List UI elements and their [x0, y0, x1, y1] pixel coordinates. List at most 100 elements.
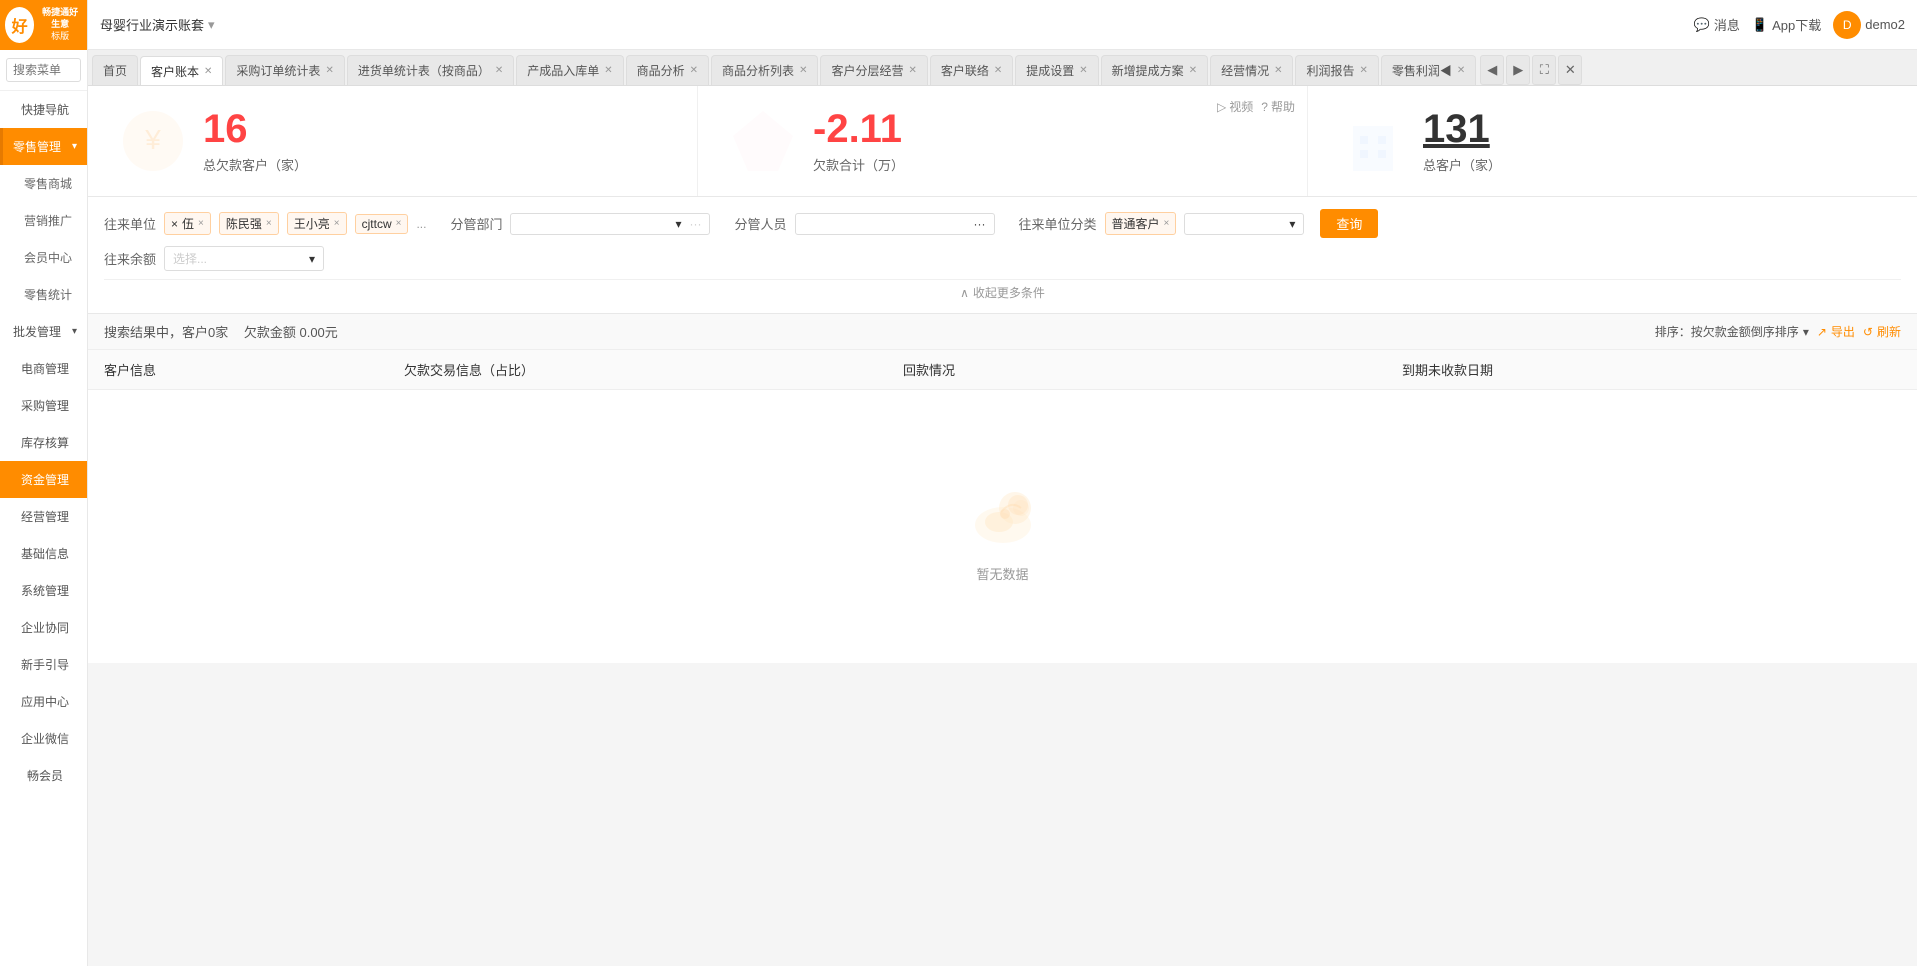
filter-tag-close-1[interactable]: × — [266, 218, 272, 229]
tab-home[interactable]: 首页 — [92, 55, 138, 85]
sidebar-item-member2[interactable]: 畅会员 — [0, 757, 87, 794]
query-button[interactable]: 查询 — [1320, 209, 1378, 238]
filter-category-select[interactable]: ▾ — [1184, 213, 1304, 235]
help-button[interactable]: ? 帮助 — [1261, 98, 1295, 115]
sidebar-item-enterprise-collab[interactable]: 企业协同 — [0, 609, 87, 646]
filter-collapse-button[interactable]: ∧ 收起更多条件 — [104, 284, 1901, 301]
tab-scroll-left[interactable]: ◀ — [1480, 55, 1504, 85]
sidebar-item-newbie[interactable]: 新手引导 — [0, 646, 87, 683]
tab-close-icon[interactable]: ✕ — [1360, 65, 1368, 76]
tab-close-icon[interactable]: ✕ — [994, 65, 1002, 76]
user-menu[interactable]: D demo2 — [1833, 11, 1905, 39]
filter-dept-select[interactable]: ▾ ··· — [510, 213, 710, 235]
tab-customer-layering[interactable]: 客户分层经营 ✕ — [820, 55, 927, 85]
sort-selector[interactable]: 排序：按欠款金额倒序排序 ▾ — [1655, 323, 1809, 340]
tab-customer-account[interactable]: 客户账本 ✕ — [140, 56, 223, 86]
video-help-button[interactable]: ▷ 视频 — [1217, 98, 1253, 115]
filter-collapse-area: ∧ 收起更多条件 — [104, 279, 1901, 301]
filter-manager-select[interactable]: ··· — [795, 213, 995, 235]
message-icon: 💬 — [1694, 17, 1710, 33]
sidebar-item-wholesale[interactable]: 批发管理 ▾ — [0, 313, 87, 350]
tab-close-icon[interactable]: ✕ — [1079, 65, 1087, 76]
empty-text: 暂无数据 — [976, 564, 1028, 583]
col-repayment: 回款情况 — [903, 360, 1402, 379]
stat-info-total: 131 总客户（家） — [1423, 109, 1501, 174]
tab-close-icon[interactable]: ✕ — [325, 65, 333, 76]
download-icon: 📱 — [1752, 17, 1768, 33]
tab-product-analysis-list[interactable]: 商品分析列表 ✕ — [711, 55, 818, 85]
sidebar-item-ecommerce[interactable]: 电商管理 — [0, 350, 87, 387]
tab-production-inbound[interactable]: 产成品入库单 ✕ — [516, 55, 623, 85]
sidebar-item-basic-info[interactable]: 基础信息 — [0, 535, 87, 572]
sidebar-item-retail-mall[interactable]: 零售商城 — [0, 165, 87, 202]
tab-close-icon[interactable]: ✕ — [1189, 65, 1197, 76]
tab-close-icon[interactable]: ✕ — [690, 65, 698, 76]
sidebar-item-operations[interactable]: 经营管理 — [0, 498, 87, 535]
filter-label-balance: 往来余额 — [104, 249, 156, 268]
filter-tag-category: 普通客户 × — [1105, 212, 1177, 235]
tab-close-icon[interactable]: ✕ — [908, 65, 916, 76]
tab-purchase-order-stats[interactable]: 采购订单统计表 ✕ — [225, 55, 344, 85]
avatar: D — [1833, 11, 1861, 39]
store-selector[interactable]: 母婴行业演示账套 ▾ — [100, 15, 215, 34]
coins-icon: ¥ — [118, 106, 188, 176]
filter-tag-close-0[interactable]: × — [198, 218, 204, 229]
sidebar-search-area — [0, 50, 87, 91]
tab-customer-contact[interactable]: 客户联络 ✕ — [930, 55, 1013, 85]
filter-tag-chenminqiang: 陈民强 × — [219, 212, 279, 235]
tab-close-all[interactable]: ✕ — [1558, 55, 1582, 85]
sidebar-item-retail-mgmt[interactable]: 零售管理 ▾ — [0, 128, 87, 165]
tab-add-commission[interactable]: 新增提成方案 ✕ — [1101, 55, 1208, 85]
search-input[interactable] — [6, 58, 81, 82]
page-content: ¥ 16 总欠款客户（家） -2.11 欠款合计（万） — [88, 86, 1917, 966]
sidebar-item-finance[interactable]: 资金管理 — [0, 461, 87, 498]
topbar-left: 母婴行业演示账套 ▾ — [100, 15, 215, 34]
video-icon: ▷ — [1217, 100, 1226, 114]
refresh-button[interactable]: ↺ 刷新 — [1863, 323, 1901, 340]
tab-inbound-stats[interactable]: 进货单统计表（按商品） ✕ — [347, 55, 514, 85]
dropdown-icon: ▾ — [208, 17, 215, 33]
tab-operations[interactable]: 经营情况 ✕ — [1210, 55, 1293, 85]
tab-profit-report[interactable]: 利润报告 ✕ — [1295, 55, 1378, 85]
tab-retail-profit[interactable]: 零售利润◀ ✕ — [1381, 55, 1476, 85]
question-icon: ? — [1261, 100, 1268, 114]
sidebar-item-system[interactable]: 系统管理 — [0, 572, 87, 609]
sidebar-item-inventory[interactable]: 库存核算 — [0, 424, 87, 461]
filter-balance-select[interactable]: 选择... ▾ — [164, 246, 324, 271]
search-result-actions: 排序：按欠款金额倒序排序 ▾ ↗ 导出 ↺ 刷新 — [1655, 323, 1901, 340]
filter-more-button[interactable]: ... — [416, 217, 426, 231]
filter-label-manager: 分管人员 — [734, 214, 786, 233]
stat-card-total-customers: 131 总客户（家） — [1308, 86, 1917, 196]
sidebar-item-marketing[interactable]: 营销推广 — [0, 202, 87, 239]
sidebar-item-retail-stats[interactable]: 零售统计 — [0, 276, 87, 313]
filter-tag-close-3[interactable]: × — [396, 218, 402, 229]
search-result-info: 搜索结果中，客户0家 欠款金额 0.00元 — [104, 322, 338, 341]
sidebar-item-quick-nav[interactable]: 快捷导航 — [0, 91, 87, 128]
chevron-down-icon: ▾ — [309, 252, 315, 266]
stat-value-customers: 16 — [203, 109, 307, 149]
tab-close-icon[interactable]: ✕ — [204, 66, 212, 77]
filter-tag-x: × 伍 × — [164, 212, 211, 235]
col-debt-info: 欠款交易信息（占比） — [404, 360, 903, 379]
sidebar-item-wechat[interactable]: 企业微信 — [0, 720, 87, 757]
filter-tag-close-2[interactable]: × — [334, 218, 340, 229]
app-download-button[interactable]: 📱 App下载 — [1752, 15, 1821, 34]
messages-button[interactable]: 💬 消息 — [1694, 15, 1740, 34]
sidebar-item-app-center[interactable]: 应用中心 — [0, 683, 87, 720]
chevron-down-icon: ··· — [974, 217, 986, 231]
tab-maximize[interactable]: ⛶ — [1532, 55, 1556, 85]
tab-close-icon[interactable]: ✕ — [495, 65, 503, 76]
sidebar-item-purchase[interactable]: 采购管理 — [0, 387, 87, 424]
tab-commission-settings[interactable]: 提成设置 ✕ — [1015, 55, 1098, 85]
chevron-down-icon: ▾ — [1289, 217, 1295, 231]
tab-close-icon[interactable]: ✕ — [1274, 65, 1282, 76]
tab-close-icon[interactable]: ✕ — [1457, 65, 1465, 76]
filter-tag-close-category[interactable]: × — [1164, 218, 1170, 229]
export-button[interactable]: ↗ 导出 — [1817, 323, 1855, 340]
sidebar-item-member[interactable]: 会员中心 — [0, 239, 87, 276]
tab-scroll-right[interactable]: ▶ — [1506, 55, 1530, 85]
tab-close-icon[interactable]: ✕ — [799, 65, 807, 76]
tab-product-analysis[interactable]: 商品分析 ✕ — [626, 55, 709, 85]
col-customer-info: 客户信息 — [104, 360, 404, 379]
tab-close-icon[interactable]: ✕ — [604, 65, 612, 76]
